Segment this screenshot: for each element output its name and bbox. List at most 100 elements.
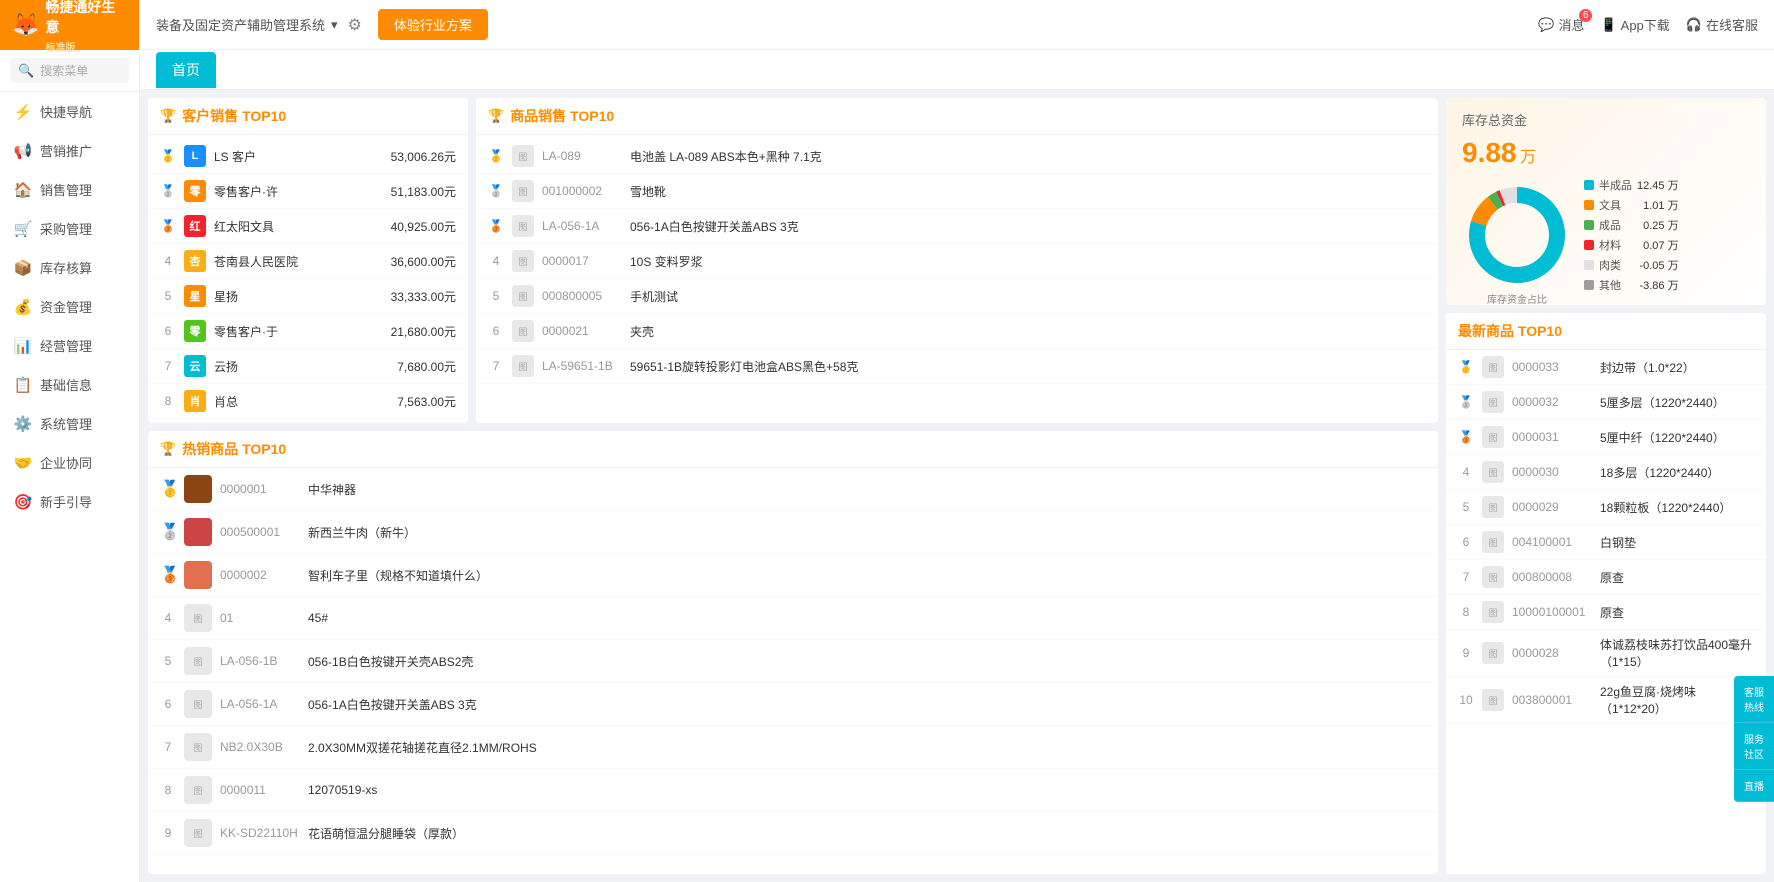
list-item: 5 图 LA-056-1B 056-1B白色按键开关壳ABS2壳	[148, 640, 1438, 683]
product-image: 图	[512, 250, 534, 272]
nav-label-4: 采购管理	[40, 219, 92, 238]
legend-value: 1.01 万	[1643, 197, 1678, 213]
search-icon: 🔍	[18, 63, 34, 79]
trophy2-icon: 🏆	[488, 108, 504, 124]
message-button[interactable]: 💬 消息 6	[1538, 15, 1584, 34]
list-item: 7 图 000800008 原查	[1446, 560, 1766, 595]
product-code: LA-089	[542, 149, 622, 163]
app-download-button[interactable]: 📱 App下载	[1600, 15, 1669, 34]
cs-float-item[interactable]: 直播	[1734, 770, 1774, 802]
sidebar: 🦊 畅捷通好生意 标准版 🔍 搜索菜单 ⚡快捷导航📢营销推广🏠销售管理🛒采购管理…	[0, 0, 140, 882]
rank-num: 5	[488, 289, 504, 303]
rank-num: 8	[1458, 605, 1474, 619]
nav-label-9: 系统管理	[40, 414, 92, 433]
panel-left-mid: 🏆 客户销售 TOP10 🥇 L LS 客户 53,006.26元🥈 零 零售客…	[148, 98, 1438, 874]
legend-value: -0.05 万	[1639, 257, 1678, 273]
sidebar-search[interactable]: 🔍 搜索菜单	[0, 50, 139, 92]
sidebar-item-4[interactable]: 🛒 采购管理	[0, 209, 139, 248]
product-image: 图	[1482, 601, 1504, 623]
product-name: 花语萌恒温分腿睡袋（厚款）	[308, 825, 1426, 842]
sidebar-item-5[interactable]: 📦库存核算	[0, 248, 139, 287]
product-image: 图	[1482, 426, 1504, 448]
medal-icon: 🥉	[160, 565, 176, 585]
sidebar-item-1[interactable]: ⚡快捷导航	[0, 92, 139, 131]
rank-num: 4	[160, 254, 176, 268]
list-item: 6 图 LA-056-1A 056-1A白色按键开关盖ABS 3克	[148, 683, 1438, 726]
sidebar-item-9[interactable]: ⚙️系统管理	[0, 404, 139, 443]
rank-num: 5	[160, 289, 176, 303]
product-code: 000500001	[220, 525, 300, 539]
customer-value: 36,600.00元	[391, 253, 456, 270]
product-code: LA-056-1B	[220, 654, 300, 668]
cs-float-item[interactable]: 服务社区	[1734, 723, 1774, 770]
table-row: 🥉 红 红太阳文具 40,925.00元	[148, 209, 468, 244]
product-code: 0000032	[1512, 395, 1592, 409]
list-item: 🥇 0000001 中华神器	[148, 468, 1438, 511]
customer-value: 51,183.00元	[391, 183, 456, 200]
customer-name: 苍南县人民医院	[214, 253, 383, 270]
sidebar-item-11[interactable]: 🎯新手引导	[0, 482, 139, 521]
legend-item: 文具 1.01 万	[1584, 197, 1679, 213]
product-code: 01	[220, 611, 300, 625]
product-name: 白钢垫	[1600, 534, 1754, 551]
inventory-amount-row: 9.88 万	[1462, 137, 1750, 169]
product-code: 0000021	[542, 324, 622, 338]
chevron-down-icon: ▾	[331, 17, 338, 33]
table-row: 6 图 0000021 夹壳	[476, 314, 1438, 349]
home-tab[interactable]: 首页	[156, 52, 216, 88]
legend-name: 半成品	[1599, 177, 1632, 193]
customer-value: 40,925.00元	[391, 218, 456, 235]
list-item: 🥈 000500001 新西兰牛肉（新牛）	[148, 511, 1438, 554]
table-row: 5 星 星扬 33,333.00元	[148, 279, 468, 314]
cs-float-item[interactable]: 客服热线	[1734, 676, 1774, 723]
hot-icon: 🏆	[160, 441, 176, 457]
sidebar-item-7[interactable]: 📊经营管理	[0, 326, 139, 365]
product-code: 0000011	[220, 783, 300, 797]
customer-ranking-list: 🥇 L LS 客户 53,006.26元🥈 零 零售客户·许 51,183.00…	[148, 135, 468, 423]
trial-button[interactable]: 体验行业方案	[378, 9, 488, 40]
nav-icon-4: 🛒	[14, 220, 32, 238]
inventory-card: 库存总资金 9.88 万	[1446, 98, 1766, 305]
table-row: 4 杏 苍南县人民医院 36,600.00元	[148, 244, 468, 279]
settings-icon[interactable]: ⚙	[348, 15, 362, 35]
nav-icon-3: 🏠	[14, 181, 32, 199]
rank-num: 6	[488, 324, 504, 338]
table-row: 🥉 图 LA-056-1A 056-1A白色按键开关盖ABS 3克	[476, 209, 1438, 244]
product-name: 雪地靴	[630, 183, 1426, 200]
sidebar-item-6[interactable]: 💰资金管理	[0, 287, 139, 326]
system-selector[interactable]: 装备及固定资产辅助管理系统 ▾	[156, 15, 338, 34]
product-code: 0000002	[220, 568, 300, 582]
product-name: 原查	[1600, 569, 1754, 586]
legend-value: 12.45 万	[1637, 177, 1679, 193]
legend-value: 0.07 万	[1643, 237, 1678, 253]
nav-icon-5: 📦	[14, 259, 32, 277]
inventory-amount: 9.88	[1462, 137, 1517, 168]
avatar: L	[184, 145, 206, 167]
list-item: 6 图 004100001 白钢垫	[1446, 525, 1766, 560]
nav-label-8: 基础信息	[40, 375, 92, 394]
avatar: 零	[184, 320, 206, 342]
rank-num: 9	[1458, 646, 1474, 660]
nav-icon-7: 📊	[14, 337, 32, 355]
customer-value: 7,563.00元	[397, 393, 456, 410]
table-row: 7 图 LA-59651-1B 59651-1B旋转投影灯电池盒ABS黑色+58…	[476, 349, 1438, 384]
app-download-label: App下载	[1621, 15, 1670, 34]
list-item: 9 图 KK-SD22110H 花语萌恒温分腿睡袋（厚款）	[148, 812, 1438, 855]
sidebar-item-8[interactable]: 📋基础信息	[0, 365, 139, 404]
sidebar-item-2[interactable]: 📢营销推广	[0, 131, 139, 170]
product-image: 图	[512, 285, 534, 307]
online-service-button[interactable]: 🎧 在线客服	[1686, 15, 1758, 34]
legend-color	[1584, 200, 1594, 210]
customer-value: 33,333.00元	[391, 288, 456, 305]
product-code: 0000017	[542, 254, 622, 268]
rank-num: 6	[160, 697, 176, 711]
sidebar-item-10[interactable]: 🤝企业协同	[0, 443, 139, 482]
product-code: LA-056-1A	[220, 697, 300, 711]
hot-products-title: 热销商品 TOP10	[182, 439, 286, 459]
product-image: 图	[512, 215, 534, 237]
customer-ranking-title: 客户销售 TOP10	[182, 106, 286, 126]
product-image: 图	[512, 355, 534, 377]
list-item: 8 图 0000011 12070519-xs	[148, 769, 1438, 812]
sidebar-item-3[interactable]: 🏠销售管理	[0, 170, 139, 209]
list-item: 4 图 0000030 18多层（1220*2440）	[1446, 455, 1766, 490]
